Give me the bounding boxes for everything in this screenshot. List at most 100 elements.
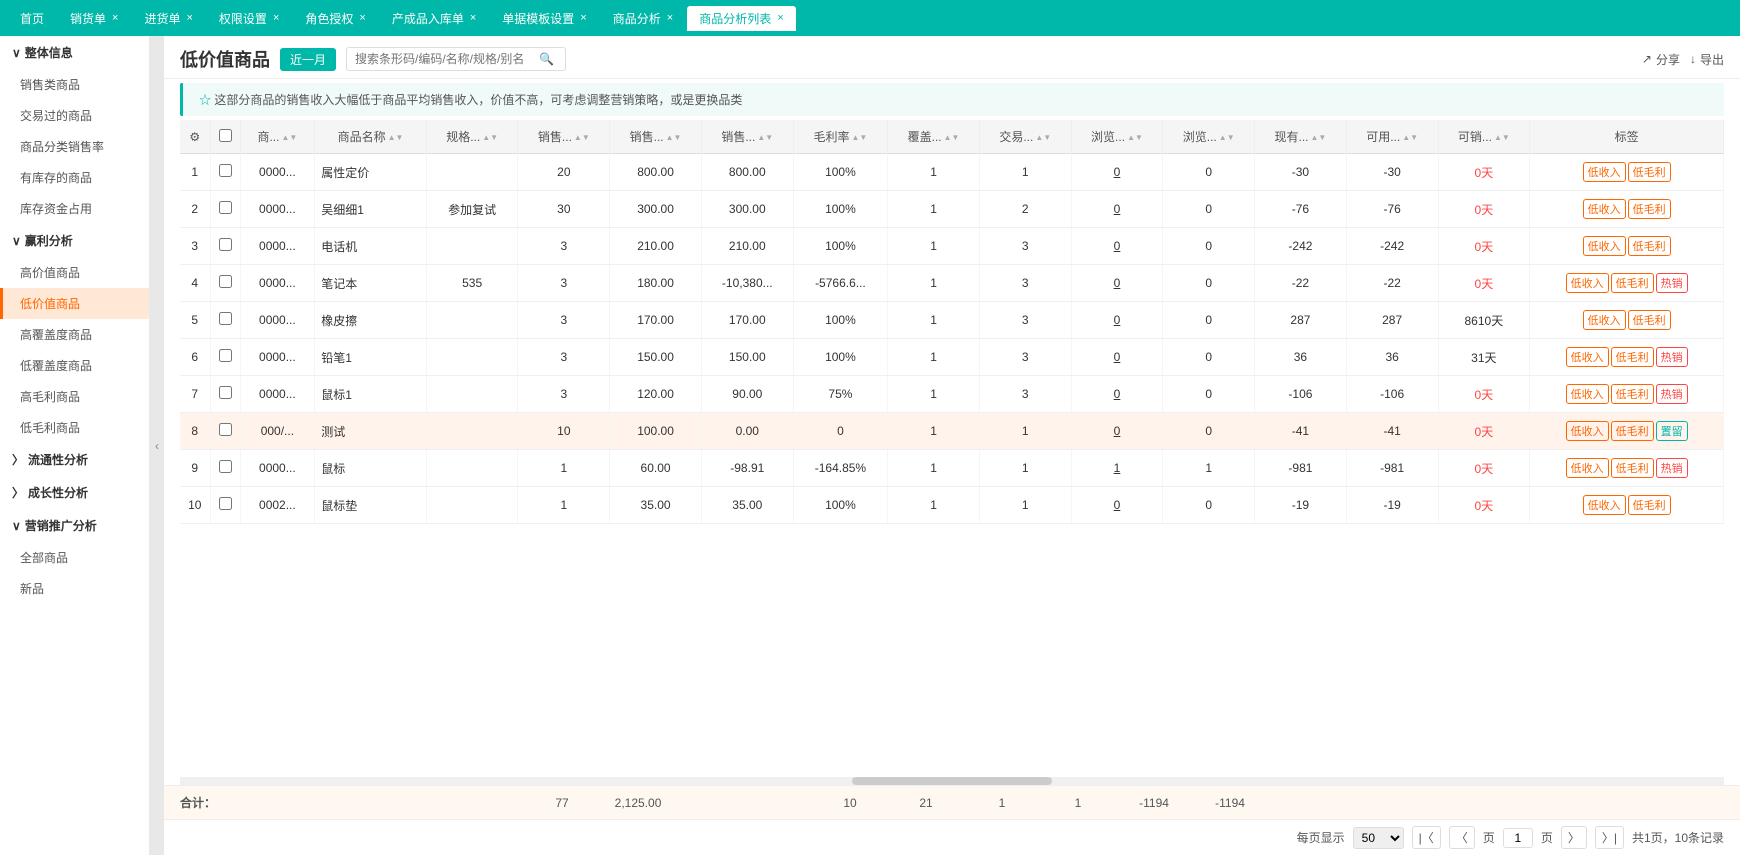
nav-role[interactable]: 角色授权 × bbox=[293, 6, 377, 31]
nav-permission-close[interactable]: × bbox=[273, 12, 279, 24]
view-link[interactable]: 0 bbox=[1114, 498, 1121, 512]
sidebar-item-low-margin[interactable]: 低毛利商品 bbox=[0, 412, 149, 443]
td-view1[interactable]: 0 bbox=[1071, 339, 1163, 376]
td-view1[interactable]: 0 bbox=[1071, 376, 1163, 413]
nav-analysis[interactable]: 商品分析 × bbox=[601, 6, 685, 31]
row-checkbox[interactable] bbox=[219, 460, 232, 473]
share-button[interactable]: ↗ 分享 bbox=[1642, 51, 1680, 68]
th-sales-avg[interactable]: 销售...▲▼ bbox=[701, 120, 793, 154]
sidebar-item-low-coverage[interactable]: 低覆盖度商品 bbox=[0, 350, 149, 381]
view-link[interactable]: 0 bbox=[1114, 350, 1121, 364]
prev-page-button[interactable]: 〈 bbox=[1449, 826, 1475, 849]
row-checkbox[interactable] bbox=[219, 349, 232, 362]
td-view1[interactable]: 0 bbox=[1071, 265, 1163, 302]
export-button[interactable]: ↓ 导出 bbox=[1690, 51, 1724, 68]
next-page-button[interactable]: 〉 bbox=[1561, 826, 1587, 849]
row-checkbox[interactable] bbox=[219, 312, 232, 325]
td-view1[interactable]: 0 bbox=[1071, 487, 1163, 524]
search-input[interactable] bbox=[355, 52, 535, 66]
td-checkbox[interactable] bbox=[210, 413, 240, 450]
th-transact[interactable]: 交易...▲▼ bbox=[979, 120, 1071, 154]
nav-purchase-close[interactable]: × bbox=[186, 12, 192, 24]
page-input[interactable] bbox=[1503, 828, 1533, 848]
td-checkbox[interactable] bbox=[210, 339, 240, 376]
view-link[interactable]: 0 bbox=[1114, 239, 1121, 253]
th-spec[interactable]: 规格...▲▼ bbox=[426, 120, 518, 154]
sidebar-group-overview[interactable]: ∨ 整体信息 bbox=[0, 36, 149, 69]
sidebar-group-profit[interactable]: ∨ 赢利分析 bbox=[0, 224, 149, 257]
sidebar-item-category-rate[interactable]: 商品分类销售率 bbox=[0, 131, 149, 162]
th-sales-qty[interactable]: 销售...▲▼ bbox=[518, 120, 610, 154]
row-checkbox[interactable] bbox=[219, 423, 232, 436]
nav-analysis-close[interactable]: × bbox=[667, 12, 673, 24]
th-code[interactable]: 商...▲▼ bbox=[240, 120, 315, 154]
nav-analysis-list-close[interactable]: × bbox=[777, 12, 783, 24]
th-settings[interactable]: ⚙ bbox=[180, 120, 210, 154]
row-checkbox[interactable] bbox=[219, 164, 232, 177]
th-coverage[interactable]: 覆盖...▲▼ bbox=[888, 120, 980, 154]
view-link[interactable]: 0 bbox=[1114, 313, 1121, 327]
td-view1[interactable]: 0 bbox=[1071, 228, 1163, 265]
nav-sales-close[interactable]: × bbox=[112, 12, 118, 24]
period-button[interactable]: 近一月 bbox=[280, 48, 336, 71]
sidebar-group-flow[interactable]: 〉 流通性分析 bbox=[0, 443, 149, 476]
th-available[interactable]: 可用...▲▼ bbox=[1346, 120, 1438, 154]
view-link[interactable]: 1 bbox=[1114, 461, 1121, 475]
row-checkbox[interactable] bbox=[219, 201, 232, 214]
td-checkbox[interactable] bbox=[210, 376, 240, 413]
view-link[interactable]: 0 bbox=[1114, 387, 1121, 401]
row-checkbox[interactable] bbox=[219, 497, 232, 510]
td-checkbox[interactable] bbox=[210, 487, 240, 524]
row-checkbox[interactable] bbox=[219, 238, 232, 251]
sidebar-group-growth[interactable]: 〉 成长性分析 bbox=[0, 476, 149, 509]
td-view1[interactable]: 1 bbox=[1071, 450, 1163, 487]
sidebar-item-high-value[interactable]: 高价值商品 bbox=[0, 257, 149, 288]
horizontal-scrollbar[interactable] bbox=[180, 777, 1724, 785]
th-current[interactable]: 现有...▲▼ bbox=[1255, 120, 1347, 154]
td-view1[interactable]: 0 bbox=[1071, 154, 1163, 191]
first-page-button[interactable]: |〈 bbox=[1412, 826, 1441, 849]
td-view1[interactable]: 0 bbox=[1071, 413, 1163, 450]
nav-role-close[interactable]: × bbox=[359, 12, 365, 24]
sidebar-item-low-value[interactable]: 低价值商品 bbox=[0, 288, 149, 319]
th-view2[interactable]: 浏览...▲▼ bbox=[1163, 120, 1255, 154]
nav-template[interactable]: 单据模板设置 × bbox=[490, 6, 598, 31]
search-box[interactable]: 🔍 bbox=[346, 47, 566, 71]
td-checkbox[interactable] bbox=[210, 302, 240, 339]
view-link[interactable]: 0 bbox=[1114, 202, 1121, 216]
sidebar-toggle[interactable]: ‹ bbox=[150, 36, 164, 855]
td-view1[interactable]: 0 bbox=[1071, 191, 1163, 228]
sidebar-item-all-goods[interactable]: 全部商品 bbox=[0, 542, 149, 573]
th-saleable[interactable]: 可销...▲▼ bbox=[1438, 120, 1530, 154]
sidebar-item-high-coverage[interactable]: 高覆盖度商品 bbox=[0, 319, 149, 350]
view-link[interactable]: 0 bbox=[1114, 424, 1121, 438]
nav-warehouse-close[interactable]: × bbox=[470, 12, 476, 24]
nav-home[interactable]: 首页 bbox=[8, 6, 56, 31]
view-link[interactable]: 0 bbox=[1114, 276, 1121, 290]
td-checkbox[interactable] bbox=[210, 191, 240, 228]
select-all-checkbox[interactable] bbox=[219, 129, 232, 142]
th-gross-rate[interactable]: 毛利率▲▼ bbox=[793, 120, 888, 154]
sidebar-group-marketing[interactable]: ∨ 营销推广分析 bbox=[0, 509, 149, 542]
sidebar-item-new-goods[interactable]: 新品 bbox=[0, 573, 149, 604]
last-page-button[interactable]: 〉| bbox=[1595, 826, 1624, 849]
td-checkbox[interactable] bbox=[210, 265, 240, 302]
per-page-select[interactable]: 50 100 200 bbox=[1353, 827, 1404, 849]
sidebar-item-high-margin[interactable]: 高毛利商品 bbox=[0, 381, 149, 412]
nav-purchase[interactable]: 进货单 × bbox=[132, 6, 204, 31]
sidebar-item-traded-goods[interactable]: 交易过的商品 bbox=[0, 100, 149, 131]
row-checkbox[interactable] bbox=[219, 386, 232, 399]
sidebar-item-stock-fund[interactable]: 库存资金占用 bbox=[0, 193, 149, 224]
nav-warehouse[interactable]: 产成品入库单 × bbox=[380, 6, 488, 31]
nav-sales[interactable]: 销货单 × bbox=[58, 6, 130, 31]
sidebar-item-stock-goods[interactable]: 有库存的商品 bbox=[0, 162, 149, 193]
nav-permission[interactable]: 权限设置 × bbox=[207, 6, 291, 31]
th-checkbox[interactable] bbox=[210, 120, 240, 154]
nav-analysis-list[interactable]: 商品分析列表 × bbox=[687, 6, 795, 31]
th-name[interactable]: 商品名称▲▼ bbox=[315, 120, 427, 154]
view-link[interactable]: 0 bbox=[1114, 165, 1121, 179]
th-view1[interactable]: 浏览...▲▼ bbox=[1071, 120, 1163, 154]
search-icon[interactable]: 🔍 bbox=[539, 52, 554, 66]
sidebar-item-sales-goods[interactable]: 销售类商品 bbox=[0, 69, 149, 100]
nav-template-close[interactable]: × bbox=[580, 12, 586, 24]
